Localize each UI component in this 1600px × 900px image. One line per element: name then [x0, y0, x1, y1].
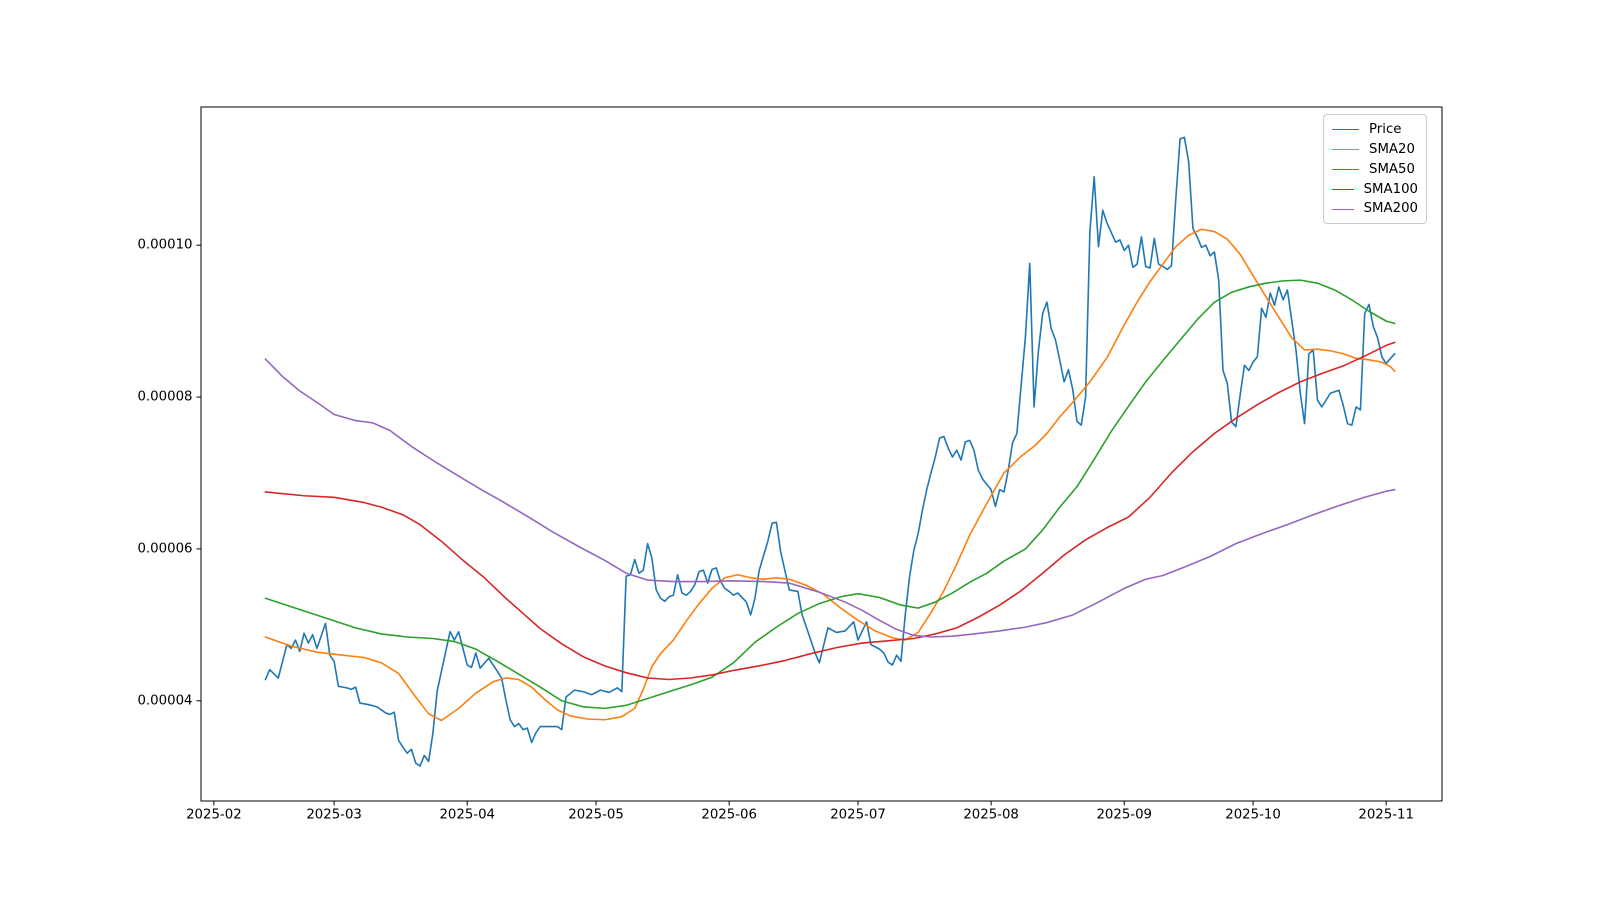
legend-row-sma200: SMA200	[1332, 199, 1418, 219]
legend: Price SMA20 SMA50 SMA100 SMA200	[1323, 114, 1427, 224]
legend-label-sma200: SMA200	[1363, 201, 1418, 217]
x-axis-tick-label: 2025-10	[1225, 807, 1281, 822]
legend-label-sma50: SMA50	[1369, 161, 1415, 177]
y-axis-tick-label: 0.00008	[138, 390, 193, 405]
x-axis-tick-label: 2025-02	[186, 807, 242, 822]
legend-row-sma50: SMA50	[1332, 160, 1418, 180]
legend-label-sma100: SMA100	[1363, 181, 1418, 197]
y-axis-tick-label: 0.00006	[138, 541, 193, 556]
price-line-swatch	[1332, 129, 1359, 131]
legend-row-sma20: SMA20	[1332, 140, 1418, 160]
legend-row-price: Price	[1332, 120, 1418, 140]
sma200-line-swatch	[1332, 208, 1354, 210]
legend-row-sma100: SMA100	[1332, 179, 1418, 199]
chart-figure: 2025-02 2025-03 2025-04 2025-05 2025-06 2025-…	[0, 0, 1600, 900]
x-axis-tick-label: 2025-06	[701, 807, 757, 822]
sma100-line-swatch	[1332, 188, 1354, 190]
sma50-line-swatch	[1332, 168, 1359, 170]
x-axis-tick-label: 2025-07	[830, 807, 886, 822]
legend-label-price: Price	[1369, 122, 1402, 138]
y-axis-tick-label: 0.00010	[138, 238, 193, 253]
x-axis-tick-label: 2025-05	[568, 807, 624, 822]
x-axis-tick-label: 2025-08	[963, 807, 1019, 822]
sma20-line-swatch	[1332, 149, 1359, 151]
x-axis-tick-label: 2025-09	[1096, 807, 1152, 822]
y-axis-tick-label: 0.00004	[138, 693, 193, 708]
x-axis-tick-label: 2025-04	[439, 807, 495, 822]
x-axis-tick-label: 2025-03	[306, 807, 362, 822]
legend-label-sma20: SMA20	[1369, 142, 1415, 158]
x-axis-tick-label: 2025-11	[1358, 807, 1414, 822]
